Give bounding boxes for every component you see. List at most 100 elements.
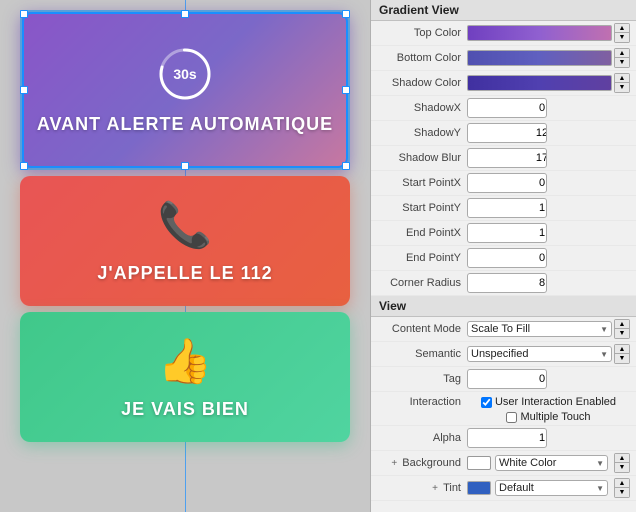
start-pointy-input[interactable] <box>468 201 547 215</box>
corner-radius-stepper[interactable]: ▲ ▼ <box>467 273 547 293</box>
tint-up[interactable]: ▲ <box>615 479 629 488</box>
semantic-down[interactable]: ▼ <box>615 354 629 363</box>
shadow-color-down[interactable]: ▼ <box>615 83 629 92</box>
top-color-swatch[interactable] <box>467 25 612 41</box>
thumbsup-icon: 👍 <box>158 335 213 387</box>
end-pointy-row: End PointY ▲ ▼ <box>371 246 636 271</box>
start-pointx-input[interactable] <box>468 176 547 190</box>
tint-row: + Tint Default ▼ ▲ ▼ <box>371 476 636 501</box>
card-alert[interactable]: 30s AVANT ALERTE AUTOMATIQUE <box>20 10 350 170</box>
content-mode-up[interactable]: ▲ <box>615 320 629 329</box>
shadow-blur-stepper[interactable]: ▲ ▼ <box>467 148 547 168</box>
tint-value: Default ▼ ▲ ▼ <box>467 478 630 498</box>
interaction-checkboxes: User Interaction Enabled Multiple Touch <box>467 396 630 423</box>
content-mode-down[interactable]: ▼ <box>615 329 629 338</box>
tint-text: Default <box>499 482 596 494</box>
alpha-value: ▲ ▼ <box>467 428 630 448</box>
semantic-up[interactable]: ▲ <box>615 345 629 354</box>
card-ok[interactable]: 👍 JE VAIS BIEN <box>20 312 350 442</box>
background-label: Background <box>402 457 461 469</box>
start-pointy-value: ▲ ▼ <box>467 198 630 218</box>
shadowx-label: ShadowX <box>377 102 467 114</box>
content-mode-dropdown[interactable]: Scale To Fill ▼ <box>467 321 612 337</box>
top-color-up[interactable]: ▲ <box>615 24 629 33</box>
shadowx-stepper[interactable]: ▲ ▼ <box>467 98 547 118</box>
end-pointy-label: End PointY <box>377 252 467 264</box>
top-color-down[interactable]: ▼ <box>615 33 629 42</box>
card-call[interactable]: 📞 J'APPELLE LE 112 <box>20 176 350 306</box>
tag-row: Tag ▲ ▼ <box>371 367 636 392</box>
bottom-color-swatch[interactable] <box>467 50 612 66</box>
end-pointy-input[interactable] <box>468 251 547 265</box>
canvas-panel: 30s AVANT ALERTE AUTOMATIQUE 📞 J'APPELLE… <box>0 0 370 512</box>
start-pointy-stepper[interactable]: ▲ ▼ <box>467 198 547 218</box>
end-pointx-row: End PointX ▲ ▼ <box>371 221 636 246</box>
corner-radius-value: ▲ ▼ <box>467 273 630 293</box>
shadow-color-up[interactable]: ▲ <box>615 74 629 83</box>
corner-radius-label: Corner Radius <box>377 277 467 289</box>
tag-stepper[interactable]: ▲ ▼ <box>467 369 547 389</box>
tint-down[interactable]: ▼ <box>615 488 629 497</box>
corner-radius-input[interactable] <box>468 276 547 290</box>
semantic-dropdown[interactable]: Unspecified ▼ <box>467 346 612 362</box>
handle-bm[interactable] <box>181 162 189 170</box>
bottom-color-down[interactable]: ▼ <box>615 58 629 67</box>
shadowx-row: ShadowX ▲ ▼ <box>371 96 636 121</box>
end-pointy-stepper[interactable]: ▲ ▼ <box>467 248 547 268</box>
start-pointx-row: Start PointX ▲ ▼ <box>371 171 636 196</box>
bottom-color-up[interactable]: ▲ <box>615 49 629 58</box>
content-mode-value: Scale To Fill ▼ ▲ ▼ <box>467 319 630 339</box>
tag-label: Tag <box>377 373 467 385</box>
multiple-touch-checkbox[interactable] <box>506 412 517 423</box>
handle-tm[interactable] <box>181 10 189 18</box>
shadowy-label: ShadowY <box>377 127 467 139</box>
tint-expand-btn[interactable]: + <box>429 482 441 494</box>
handle-bl[interactable] <box>20 162 28 170</box>
shadow-color-row: Shadow Color ▲ ▼ <box>371 71 636 96</box>
shadow-blur-input[interactable] <box>468 151 547 165</box>
handle-tr[interactable] <box>342 10 350 18</box>
background-expand-btn[interactable]: + <box>388 457 400 469</box>
shadowx-input[interactable] <box>468 101 547 115</box>
view-header: View <box>371 296 636 317</box>
tag-input[interactable] <box>468 372 547 386</box>
tint-swatch[interactable] <box>467 481 491 495</box>
alpha-input[interactable] <box>468 431 547 445</box>
background-dropdown[interactable]: White Color ▼ <box>495 455 608 471</box>
tag-value: ▲ ▼ <box>467 369 630 389</box>
shadowy-stepper[interactable]: ▲ ▼ <box>467 123 547 143</box>
alpha-stepper[interactable]: ▲ ▼ <box>467 428 547 448</box>
handle-mr[interactable] <box>342 86 350 94</box>
handle-tl[interactable] <box>20 10 28 18</box>
timer-circle: 30s <box>157 46 213 102</box>
handle-ml[interactable] <box>20 86 28 94</box>
background-row: + Background White Color ▼ ▲ ▼ <box>371 451 636 476</box>
semantic-row: Semantic Unspecified ▼ ▲ ▼ <box>371 342 636 367</box>
end-pointx-value: ▲ ▼ <box>467 223 630 243</box>
tint-color-row: Default ▼ ▲ ▼ <box>467 478 630 498</box>
end-pointx-input[interactable] <box>468 226 547 240</box>
tint-dropdown[interactable]: Default ▼ <box>495 480 608 496</box>
top-color-value: ▲ ▼ <box>467 23 630 43</box>
background-swatch[interactable] <box>467 456 491 470</box>
shadowy-input[interactable] <box>468 126 547 140</box>
end-pointx-stepper[interactable]: ▲ ▼ <box>467 223 547 243</box>
shadow-color-swatch[interactable] <box>467 75 612 91</box>
background-up[interactable]: ▲ <box>615 454 629 463</box>
background-value: White Color ▼ ▲ ▼ <box>467 453 630 473</box>
content-mode-arrow: ▼ <box>600 325 608 334</box>
user-interaction-checkbox[interactable] <box>481 397 492 408</box>
shadow-color-label: Shadow Color <box>377 77 467 89</box>
start-pointy-label: Start PointY <box>377 202 467 214</box>
shadowx-value: ▲ ▼ <box>467 98 630 118</box>
shadow-color-value: ▲ ▼ <box>467 73 630 93</box>
corner-radius-row: Corner Radius ▲ ▼ <box>371 271 636 296</box>
tint-label: Tint <box>443 482 461 494</box>
background-down[interactable]: ▼ <box>615 463 629 472</box>
timer-label: 30s <box>173 66 196 82</box>
start-pointx-stepper[interactable]: ▲ ▼ <box>467 173 547 193</box>
background-color-row: White Color ▼ ▲ ▼ <box>467 453 630 473</box>
handle-br[interactable] <box>342 162 350 170</box>
shadow-blur-value: ▲ ▼ <box>467 148 630 168</box>
card-3-label: JE VAIS BIEN <box>121 399 249 420</box>
